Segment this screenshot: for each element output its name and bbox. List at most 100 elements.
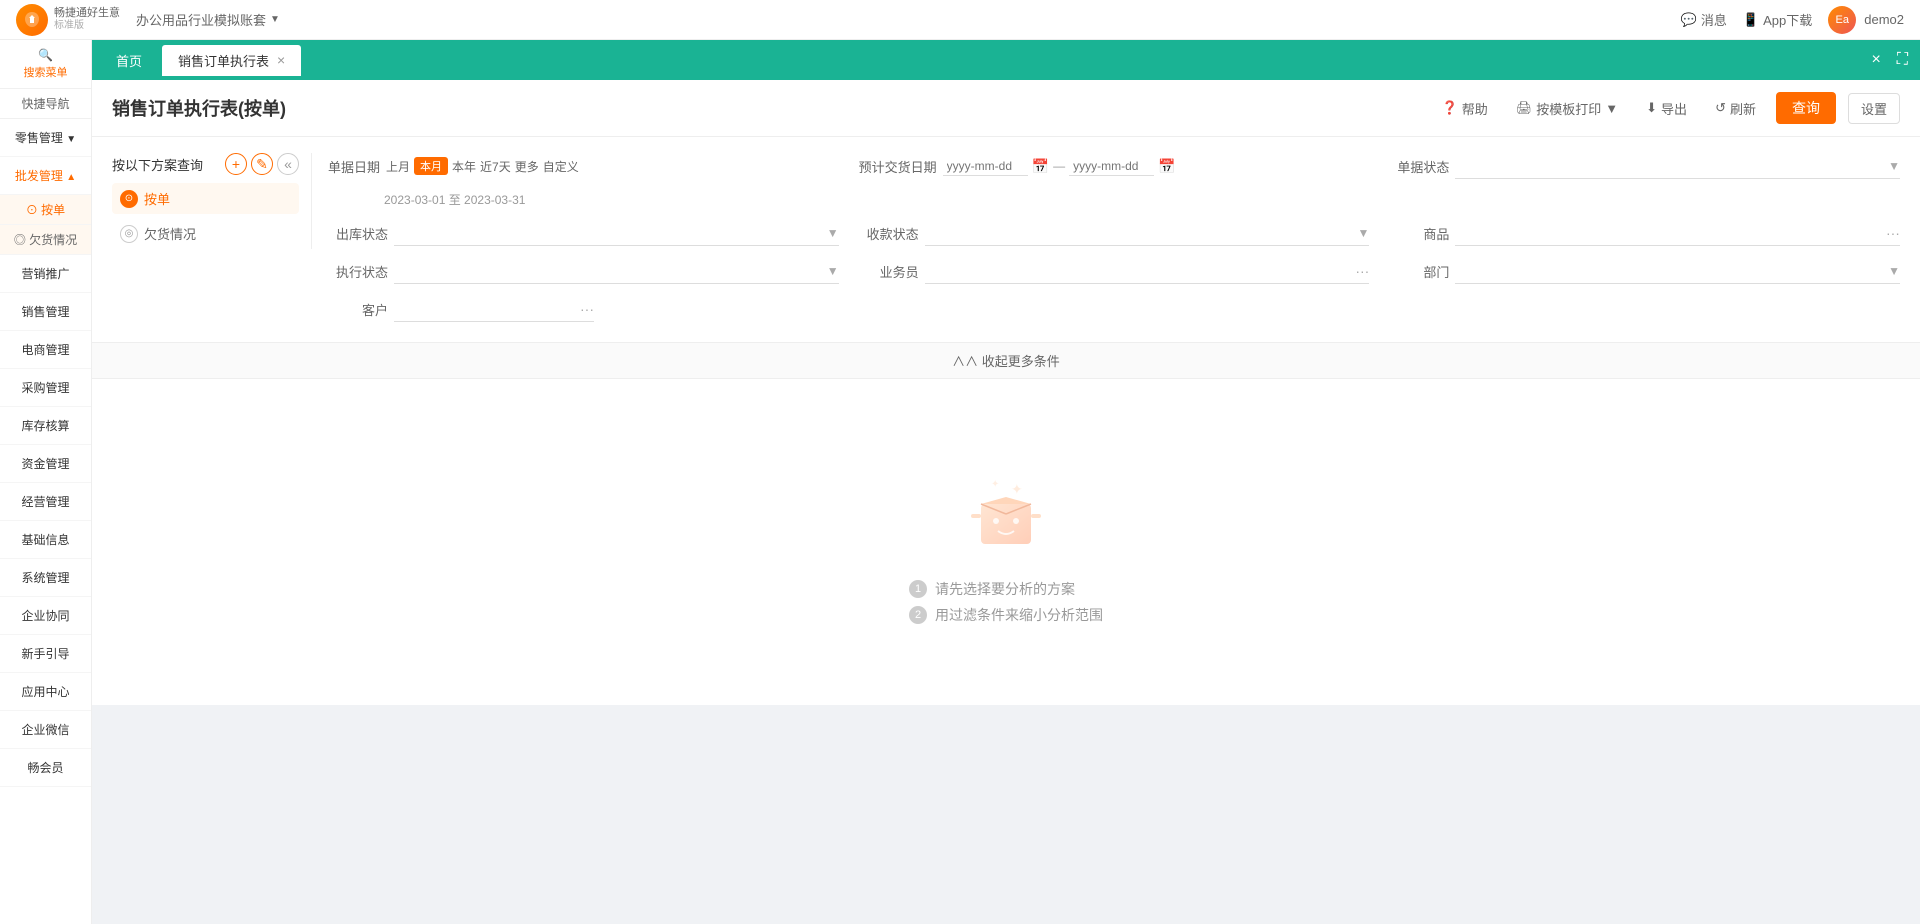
scheme-actions: + ✎ « — [225, 153, 299, 175]
expected-date-label: 预计交货日期 — [859, 157, 937, 176]
search-icon: 🔍 — [38, 48, 53, 62]
sidebar-item-appstore[interactable]: 应用中心 — [0, 673, 91, 711]
calendar-end-icon[interactable]: 📅 — [1158, 158, 1175, 175]
avatar: Ea — [1828, 6, 1856, 34]
sidebar-item-finance[interactable]: 资金管理 — [0, 445, 91, 483]
chevron-down-icon: ▼ — [1605, 101, 1618, 116]
date-opt-7days[interactable]: 近7天 — [480, 158, 511, 175]
sidebar-item-marketing[interactable]: 营销推广 — [0, 255, 91, 293]
industry-selector[interactable]: 办公用品行业模拟账套 ▼ — [128, 8, 288, 31]
tab-home[interactable]: 首页 — [100, 45, 158, 76]
scheme-panel-header: 按以下方案查询 + ✎ « — [112, 153, 299, 175]
date-opt-more[interactable]: 更多 — [515, 158, 539, 175]
sidebar-quick-nav[interactable]: 快捷导航 — [0, 89, 91, 119]
customer-control[interactable]: ··· — [394, 296, 594, 322]
help-icon: ❓ — [1442, 100, 1458, 116]
page-title-bar: 销售订单执行表(按单) ❓ 帮助 🖨 按模板打印 ▼ ⬇ — [92, 80, 1920, 137]
print-button[interactable]: 🖨 按模板打印 ▼ — [1508, 95, 1626, 122]
svg-text:✦: ✦ — [991, 479, 999, 490]
sidebar-item-operations[interactable]: 经营管理 — [0, 483, 91, 521]
date-opt-this-month[interactable]: 本月 — [414, 157, 448, 175]
filter-layout: 按以下方案查询 + ✎ « ⊙ 按单 — [112, 153, 1900, 330]
date-options-row: 上月 本月 本年 近7天 更多 自定义 — [386, 157, 839, 175]
window-close-button[interactable]: × — [1867, 49, 1884, 71]
sidebar-search[interactable]: 🔍 搜索菜单 — [0, 40, 91, 89]
user-menu[interactable]: Ea demo2 — [1828, 6, 1904, 34]
search-button[interactable]: 查询 — [1776, 92, 1836, 124]
scheme-panel: 按以下方案查询 + ✎ « ⊙ 按单 — [112, 153, 312, 249]
top-header: 畅捷通好生意 标准版 办公用品行业模拟账套 ▼ 💬 消息 📱 App下载 Ea … — [0, 0, 1920, 40]
payment-status-label: 收款状态 — [859, 224, 919, 243]
order-status-control[interactable]: ▼ — [1455, 153, 1900, 179]
scheme-collapse-button[interactable]: « — [277, 153, 299, 175]
scheme-debt-icon: ◎ — [120, 225, 138, 243]
message-icon: 💬 — [1681, 12, 1697, 28]
empty-tip-2: 2 用过滤条件来缩小分析范围 — [909, 605, 1103, 625]
empty-tip-1: 1 请先选择要分析的方案 — [909, 579, 1103, 599]
scheme-add-button[interactable]: + — [225, 153, 247, 175]
header-right: 💬 消息 📱 App下载 Ea demo2 — [1681, 6, 1904, 34]
exec-status-label: 执行状态 — [328, 262, 388, 281]
title-actions: ❓ 帮助 🖨 按模板打印 ▼ ⬇ 导出 ↺ — [1434, 92, 1900, 124]
collapse-bar[interactable]: ∧∧ 收起更多条件 — [92, 342, 1920, 378]
sidebar-item-retail[interactable]: 零售管理 ▼ — [0, 119, 91, 157]
sidebar-item-sales[interactable]: 销售管理 — [0, 293, 91, 331]
refresh-button[interactable]: ↺ 刷新 — [1707, 95, 1764, 122]
date-opt-prev-month[interactable]: 上月 — [386, 158, 410, 175]
product-label: 商品 — [1389, 224, 1449, 243]
date-opt-this-year[interactable]: 本年 — [452, 158, 476, 175]
help-button[interactable]: ❓ 帮助 — [1434, 95, 1496, 122]
app-download-button[interactable]: 📱 App下载 — [1743, 10, 1812, 29]
sidebar-item-system[interactable]: 系统管理 — [0, 559, 91, 597]
salesperson-control[interactable]: ··· — [925, 258, 1370, 284]
sidebar-item-purchase[interactable]: 采购管理 — [0, 369, 91, 407]
tab-bar: 首页 销售订单执行表 × × ⛶ — [92, 40, 1920, 80]
department-label: 部门 — [1389, 262, 1449, 281]
sidebar-item-newbie[interactable]: 新手引导 — [0, 635, 91, 673]
payment-status-control[interactable]: ▼ — [925, 220, 1370, 246]
expected-date-end[interactable] — [1069, 157, 1154, 176]
date-label: 单据日期 — [328, 157, 380, 176]
sidebar-item-order[interactable]: ⊙ 按单 — [0, 195, 91, 225]
filter-section: 按以下方案查询 + ✎ « ⊙ 按单 — [92, 137, 1920, 379]
department-control[interactable]: ▼ — [1455, 258, 1900, 284]
settings-button[interactable]: 设置 — [1848, 93, 1900, 124]
chevron-down-icon: ▼ — [827, 226, 839, 240]
filter-order-status-field: 单据状态 ▼ — [1389, 153, 1900, 179]
date-opt-custom[interactable]: 自定义 — [543, 158, 579, 175]
chevron-down-icon: ▼ — [1888, 159, 1900, 173]
sidebar-item-vip[interactable]: 畅会员 — [0, 749, 91, 787]
filter-exec-status-field: 执行状态 ▼ — [328, 258, 839, 284]
chevron-down-icon: ▼ — [66, 134, 76, 145]
scheme-label: 按以下方案查询 — [112, 155, 203, 174]
scheme-item-order[interactable]: ⊙ 按单 — [112, 183, 299, 214]
sidebar-item-inventory[interactable]: 库存核算 — [0, 407, 91, 445]
sidebar-item-debt[interactable]: ◎ 欠货情况 — [0, 225, 91, 255]
sidebar-sub-wholesale: ⊙ 按单 ◎ 欠货情况 — [0, 195, 91, 255]
calendar-start-icon[interactable]: 📅 — [1032, 158, 1049, 175]
message-button[interactable]: 💬 消息 — [1681, 10, 1727, 29]
sidebar-item-wechat[interactable]: 企业微信 — [0, 711, 91, 749]
tab-close-button[interactable]: × — [277, 53, 285, 67]
filter-row-3: 执行状态 ▼ 业务员 · — [328, 258, 1900, 284]
ship-status-control[interactable]: ▼ — [394, 220, 839, 246]
exec-status-control[interactable]: ▼ — [394, 258, 839, 284]
main-layout: 🔍 搜索菜单 快捷导航 零售管理 ▼ 批发管理 ▲ ⊙ 按单 ◎ 欠货情况 营销… — [0, 40, 1920, 924]
scheme-edit-button[interactable]: ✎ — [251, 153, 273, 175]
sidebar-item-wholesale[interactable]: 批发管理 ▲ — [0, 157, 91, 195]
sidebar-item-basic[interactable]: 基础信息 — [0, 521, 91, 559]
window-expand-button[interactable]: ⛶ — [1893, 49, 1912, 71]
page-content: 销售订单执行表(按单) ❓ 帮助 🖨 按模板打印 ▼ ⬇ — [92, 80, 1920, 924]
product-control[interactable]: ··· — [1455, 220, 1900, 246]
phone-icon: 📱 — [1743, 12, 1759, 28]
sidebar-item-enterprise[interactable]: 企业协同 — [0, 597, 91, 635]
sidebar-item-ecommerce[interactable]: 电商管理 — [0, 331, 91, 369]
expected-date-start[interactable] — [943, 157, 1028, 176]
tab-sales-order[interactable]: 销售订单执行表 × — [162, 45, 301, 76]
export-button[interactable]: ⬇ 导出 — [1638, 95, 1695, 122]
scheme-item-debt[interactable]: ◎ 欠货情况 — [112, 218, 299, 249]
logo-text: 畅捷通好生意 标准版 — [54, 7, 120, 32]
empty-tips: 1 请先选择要分析的方案 2 用过滤条件来缩小分析范围 — [909, 579, 1103, 625]
more-icon: ··· — [1355, 263, 1369, 279]
date-range-row: 2023-03-01 至 2023-03-31 — [328, 191, 1900, 208]
